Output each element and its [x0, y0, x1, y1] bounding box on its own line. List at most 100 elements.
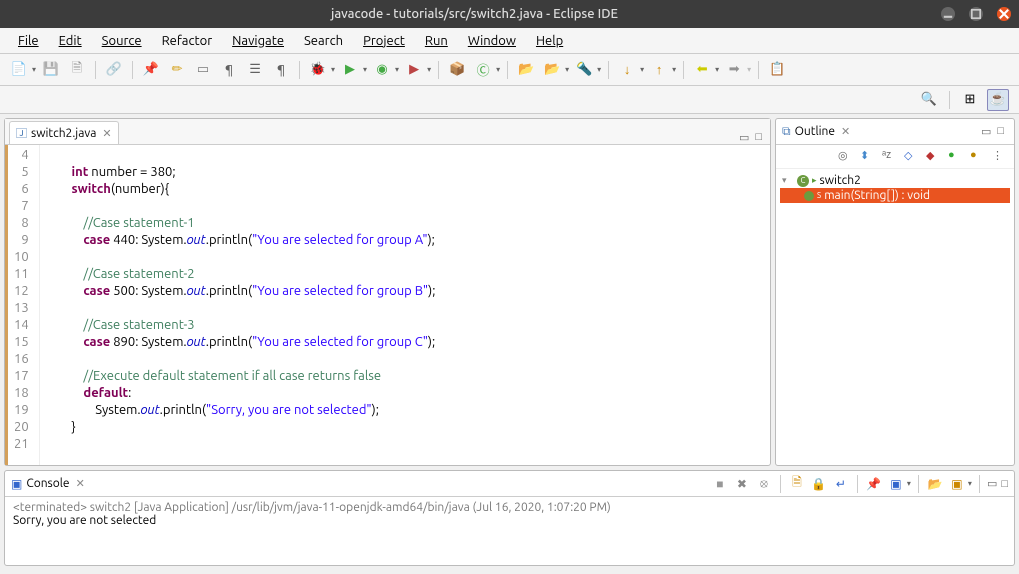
view-menu-icon[interactable]: ⋮ [992, 149, 1008, 165]
word-wrap-button[interactable]: ↵ [832, 475, 850, 493]
run-dropdown-icon[interactable]: ▾ [363, 65, 367, 74]
menu-search[interactable]: Search [296, 31, 351, 51]
titlebar: javacode - tutorials/src/switch2.java - … [0, 0, 1019, 28]
save-all-button[interactable]: 🗎 [66, 59, 88, 81]
java-perspective-button[interactable]: ☕ [987, 89, 1009, 111]
back-dropdown-icon[interactable]: ▾ [715, 65, 719, 74]
new-console-dd-icon[interactable]: ▾ [968, 479, 972, 488]
next-dropdown-icon[interactable]: ▾ [640, 65, 644, 74]
outline-icon: ⧉ [782, 125, 791, 139]
search-icon[interactable]: 🔍 [918, 89, 940, 111]
hide-nonpublic-button[interactable]: ● [948, 149, 964, 165]
new-dropdown-icon[interactable]: ▾ [32, 65, 36, 74]
remove-launch-button[interactable]: ✖ [733, 475, 751, 493]
menu-refactor[interactable]: Refactor [154, 31, 221, 51]
hide-fields-button[interactable]: ◇ [904, 149, 920, 165]
menu-run[interactable]: Run [417, 31, 456, 51]
display-dd-icon[interactable]: ▾ [907, 479, 911, 488]
new-console-button[interactable]: ▣ [948, 475, 966, 493]
open-type-button[interactable]: 📂 [515, 59, 537, 81]
az-sort-button[interactable]: ᵃz [882, 149, 898, 165]
pin-console-button[interactable]: 📌 [865, 475, 883, 493]
menu-source[interactable]: Source [94, 31, 150, 51]
outline-close-icon[interactable]: ✕ [841, 125, 850, 138]
outline-method-node[interactable]: S main(String[]) : void [780, 188, 1010, 203]
search-button[interactable]: 🔦 [573, 59, 595, 81]
outline-class-node[interactable]: ▾ C ▸ switch2 [780, 173, 1010, 188]
new-class-button[interactable]: Ⓒ [472, 59, 494, 81]
menu-file[interactable]: File [10, 31, 47, 51]
hide-static-button[interactable]: ◆ [926, 149, 942, 165]
outline-tree[interactable]: ▾ C ▸ switch2 S main(String[]) : void [776, 169, 1014, 465]
task-dropdown-icon[interactable]: ▾ [565, 65, 569, 74]
tree-expander-icon[interactable]: ▾ [782, 175, 794, 186]
pin-editor-button[interactable]: 📋 [766, 59, 788, 81]
mark-occurrences-button[interactable]: ¶ [270, 59, 292, 81]
save-button[interactable]: 💾 [40, 59, 62, 81]
console-toolbar: ■ ✖ ⦻ 🗎 🔒 ↵ 📌 ▣▾ 📂 ▣▾ ▭ □ [711, 475, 1008, 493]
toggle-breadcrumb-button[interactable]: ☰ [244, 59, 266, 81]
class-name: switch2 [820, 174, 861, 187]
maximize-button[interactable] [969, 7, 983, 21]
outline-max-icon[interactable]: □ [997, 125, 1004, 138]
show-whitespace-button[interactable]: ¶ [218, 59, 240, 81]
class-dropdown-icon[interactable]: ▾ [496, 65, 500, 74]
debug-button[interactable]: 🐞 [307, 59, 329, 81]
sort-button[interactable]: ⬍ [860, 149, 876, 165]
coverage-button[interactable]: ◉ [371, 59, 393, 81]
code-content[interactable]: int number = 380; switch(number){ //Case… [40, 145, 770, 465]
block-select-button[interactable]: ▭ [192, 59, 214, 81]
open-perspective-button[interactable]: ⊞ [959, 89, 981, 111]
menu-project[interactable]: Project [355, 31, 413, 51]
scroll-lock-button[interactable]: 🔒 [810, 475, 828, 493]
terminate-button[interactable]: ■ [711, 475, 729, 493]
run-button[interactable]: ▶ [339, 59, 361, 81]
outline-min-icon[interactable]: ▭ [981, 125, 991, 138]
back-button[interactable]: ⬅ [691, 59, 713, 81]
console-panel: ▣ Console ✕ ■ ✖ ⦻ 🗎 🔒 ↵ 📌 ▣▾ 📂 ▣▾ ▭ □ <t… [4, 470, 1015, 566]
prev-dropdown-icon[interactable]: ▾ [672, 65, 676, 74]
console-body[interactable]: <terminated> switch2 [Java Application] … [5, 497, 1014, 565]
tab-close-icon[interactable]: ✕ [102, 127, 111, 140]
display-console-button[interactable]: ▣ [887, 475, 905, 493]
maximize-pane-icon[interactable]: □ [755, 131, 762, 144]
outline-panel: ⧉ Outline ✕ ▭ □ ◎ ⬍ ᵃz ◇ ◆ ● ● ⋮ ▾ C ▸ s… [775, 118, 1015, 466]
coverage-dropdown-icon[interactable]: ▾ [395, 65, 399, 74]
console-min-icon[interactable]: ▭ [987, 477, 997, 490]
main-area: 🄹 switch2.java ✕ ▭ □ 4567891011121314151… [0, 114, 1019, 470]
fwd-dropdown-icon[interactable]: ▾ [747, 65, 751, 74]
new-package-button[interactable]: 📦 [446, 59, 468, 81]
editor-tab[interactable]: 🄹 switch2.java ✕ [9, 121, 119, 144]
terminated-line: <terminated> switch2 [Java Application] … [13, 501, 1006, 514]
next-annotation-button[interactable]: ↓ [616, 59, 638, 81]
menu-window[interactable]: Window [460, 31, 524, 51]
console-output: Sorry, you are not selected [13, 514, 1006, 527]
open-console-button[interactable]: 📂 [926, 475, 944, 493]
forward-button[interactable]: ➡ [723, 59, 745, 81]
perspective-toolbar: 🔍 ⊞ ☕ [0, 86, 1019, 114]
remove-all-button[interactable]: ⦻ [755, 475, 773, 493]
highlight-button[interactable]: ✏ [166, 59, 188, 81]
minimize-button[interactable] [941, 7, 955, 21]
external-dropdown-icon[interactable]: ▾ [427, 65, 431, 74]
console-icon: ▣ [11, 477, 22, 491]
pin-button[interactable]: 📌 [140, 59, 162, 81]
close-button[interactable] [997, 7, 1011, 21]
menu-help[interactable]: Help [528, 31, 571, 51]
console-max-icon[interactable]: □ [1001, 478, 1008, 490]
open-task-button[interactable]: 📂 [541, 59, 563, 81]
external-run-button[interactable]: ▶ [403, 59, 425, 81]
hide-local-button[interactable]: ● [970, 149, 986, 165]
prev-annotation-button[interactable]: ↑ [648, 59, 670, 81]
menu-navigate[interactable]: Navigate [224, 31, 292, 51]
focus-button[interactable]: ◎ [838, 149, 854, 165]
code-editor[interactable]: 456789101112131415161718192021 int numbe… [5, 145, 770, 465]
link-editor-button[interactable]: 🔗 [103, 59, 125, 81]
minimize-pane-icon[interactable]: ▭ [739, 131, 749, 144]
console-close-icon[interactable]: ✕ [76, 477, 85, 490]
search-dropdown-icon[interactable]: ▾ [597, 65, 601, 74]
clear-console-button[interactable]: 🗎 [788, 475, 806, 493]
menu-edit[interactable]: Edit [51, 31, 90, 51]
new-button[interactable]: 📄 [8, 59, 30, 81]
debug-dropdown-icon[interactable]: ▾ [331, 65, 335, 74]
